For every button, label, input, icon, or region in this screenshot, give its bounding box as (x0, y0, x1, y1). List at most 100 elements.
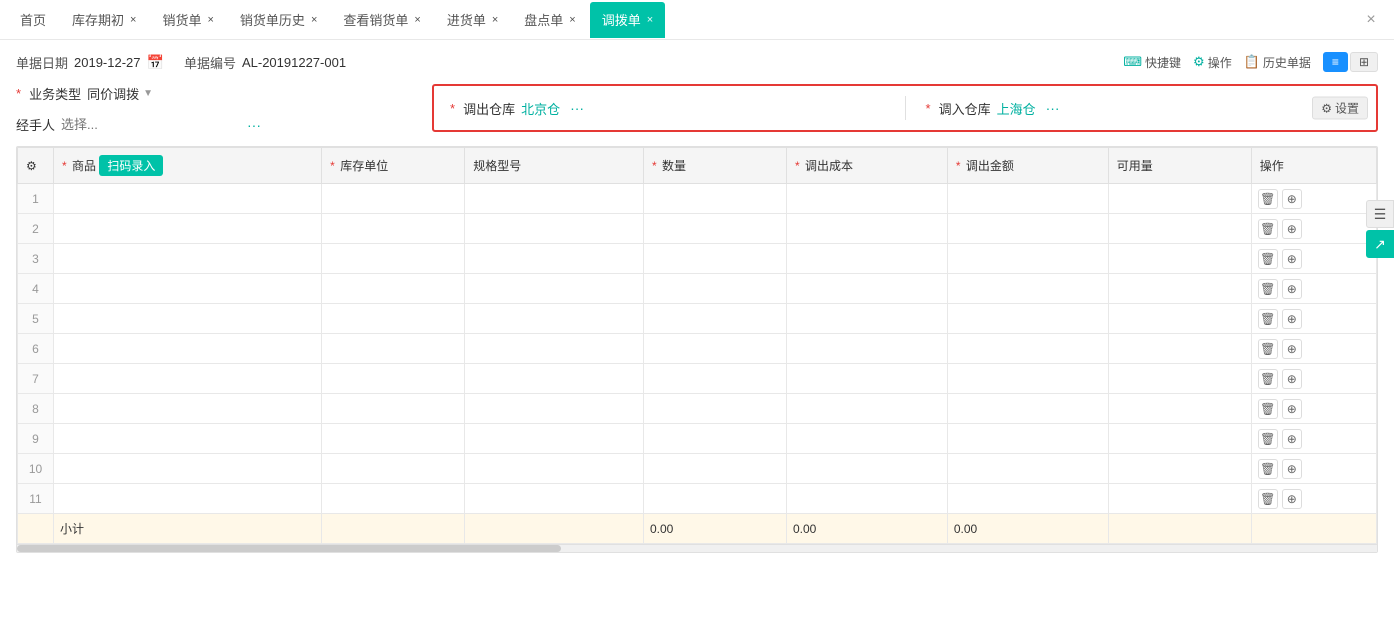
tab-sales-history[interactable]: 销货单历史 × (228, 2, 329, 38)
grid-view-btn[interactable]: ⊞ (1350, 52, 1378, 72)
row-spec-9[interactable] (465, 424, 644, 454)
tab-init-stock[interactable]: 库存期初 × (60, 2, 148, 38)
row-spec-4[interactable] (465, 274, 644, 304)
tab-view-sales[interactable]: 查看销货单 × (331, 2, 432, 38)
row-goods-7[interactable] (54, 364, 322, 394)
row-avail-5[interactable] (1108, 304, 1251, 334)
row-unit-3[interactable] (322, 244, 465, 274)
row-unit-11[interactable] (322, 484, 465, 514)
shortcuts-button[interactable]: ⌨ 快捷键 (1123, 54, 1181, 71)
row-spec-6[interactable] (465, 334, 644, 364)
row-amount-11[interactable] (947, 484, 1108, 514)
warehouse-settings-btn[interactable]: ⚙ 设置 (1312, 97, 1368, 120)
row-amount-2[interactable] (947, 214, 1108, 244)
person-ellipsis-btn[interactable]: ··· (247, 117, 261, 133)
copy-icon-9[interactable]: ⊕ (1282, 429, 1302, 449)
row-amount-8[interactable] (947, 394, 1108, 424)
row-avail-3[interactable] (1108, 244, 1251, 274)
row-cost-3[interactable] (786, 244, 947, 274)
tab-init-stock-close[interactable]: × (128, 14, 136, 26)
row-spec-5[interactable] (465, 304, 644, 334)
row-goods-9[interactable] (54, 424, 322, 454)
table-scroll-area[interactable]: ⚙ * 商品 扫码录入 * 库存单位 规格型号 (17, 147, 1377, 544)
calendar-icon[interactable]: 📅 (147, 54, 164, 71)
row-unit-2[interactable] (322, 214, 465, 244)
row-amount-4[interactable] (947, 274, 1108, 304)
row-avail-9[interactable] (1108, 424, 1251, 454)
col-settings[interactable]: ⚙ (18, 148, 54, 184)
copy-icon-3[interactable]: ⊕ (1282, 249, 1302, 269)
delete-icon-11[interactable]: 🗑 (1258, 489, 1278, 509)
row-goods-4[interactable] (54, 274, 322, 304)
tab-view-sales-close[interactable]: × (412, 14, 420, 26)
row-cost-8[interactable] (786, 394, 947, 424)
row-cost-11[interactable] (786, 484, 947, 514)
delete-icon-6[interactable]: 🗑 (1258, 339, 1278, 359)
tab-transfer-close[interactable]: × (645, 14, 653, 26)
row-cost-1[interactable] (786, 184, 947, 214)
copy-icon-8[interactable]: ⊕ (1282, 399, 1302, 419)
row-qty-9[interactable] (643, 424, 786, 454)
row-amount-5[interactable] (947, 304, 1108, 334)
row-goods-10[interactable] (54, 454, 322, 484)
row-goods-8[interactable] (54, 394, 322, 424)
person-input[interactable] (61, 117, 237, 133)
row-spec-1[interactable] (465, 184, 644, 214)
row-avail-7[interactable] (1108, 364, 1251, 394)
delete-icon-4[interactable]: 🗑 (1258, 279, 1278, 299)
delete-icon-1[interactable]: 🗑 (1258, 189, 1278, 209)
row-spec-2[interactable] (465, 214, 644, 244)
tab-inventory[interactable]: 盘点单 × (512, 2, 587, 38)
row-spec-7[interactable] (465, 364, 644, 394)
row-spec-10[interactable] (465, 454, 644, 484)
row-amount-1[interactable] (947, 184, 1108, 214)
tab-sales-order[interactable]: 销货单 × (150, 2, 225, 38)
row-qty-3[interactable] (643, 244, 786, 274)
row-unit-1[interactable] (322, 184, 465, 214)
row-qty-4[interactable] (643, 274, 786, 304)
tab-sales-order-close[interactable]: × (205, 14, 213, 26)
row-spec-11[interactable] (465, 484, 644, 514)
row-qty-10[interactable] (643, 454, 786, 484)
delete-icon-9[interactable]: 🗑 (1258, 429, 1278, 449)
copy-icon-11[interactable]: ⊕ (1282, 489, 1302, 509)
row-unit-10[interactable] (322, 454, 465, 484)
row-goods-11[interactable] (54, 484, 322, 514)
copy-icon-6[interactable]: ⊕ (1282, 339, 1302, 359)
tab-sales-history-close[interactable]: × (309, 14, 317, 26)
row-qty-6[interactable] (643, 334, 786, 364)
row-unit-7[interactable] (322, 364, 465, 394)
window-close-button[interactable]: × (1356, 5, 1386, 35)
delete-icon-10[interactable]: 🗑 (1258, 459, 1278, 479)
copy-icon-10[interactable]: ⊕ (1282, 459, 1302, 479)
row-cost-4[interactable] (786, 274, 947, 304)
row-qty-8[interactable] (643, 394, 786, 424)
copy-icon-2[interactable]: ⊕ (1282, 219, 1302, 239)
row-goods-6[interactable] (54, 334, 322, 364)
row-avail-2[interactable] (1108, 214, 1251, 244)
copy-icon-1[interactable]: ⊕ (1282, 189, 1302, 209)
row-cost-2[interactable] (786, 214, 947, 244)
delete-icon-5[interactable]: 🗑 (1258, 309, 1278, 329)
copy-icon-5[interactable]: ⊕ (1282, 309, 1302, 329)
row-unit-9[interactable] (322, 424, 465, 454)
row-avail-1[interactable] (1108, 184, 1251, 214)
row-unit-5[interactable] (322, 304, 465, 334)
row-cost-9[interactable] (786, 424, 947, 454)
row-amount-9[interactable] (947, 424, 1108, 454)
horizontal-scrollbar[interactable] (17, 544, 1377, 552)
tab-transfer[interactable]: 调拨单 × (590, 2, 665, 38)
tab-home[interactable]: 首页 (8, 2, 58, 38)
row-goods-1[interactable] (54, 184, 322, 214)
row-amount-10[interactable] (947, 454, 1108, 484)
row-cost-6[interactable] (786, 334, 947, 364)
delete-icon-8[interactable]: 🗑 (1258, 399, 1278, 419)
row-amount-6[interactable] (947, 334, 1108, 364)
tab-purchase[interactable]: 进货单 × (435, 2, 510, 38)
right-panel-list-btn[interactable]: ☰ (1366, 200, 1394, 228)
row-goods-5[interactable] (54, 304, 322, 334)
row-unit-8[interactable] (322, 394, 465, 424)
delete-icon-2[interactable]: 🗑 (1258, 219, 1278, 239)
row-avail-10[interactable] (1108, 454, 1251, 484)
row-avail-6[interactable] (1108, 334, 1251, 364)
